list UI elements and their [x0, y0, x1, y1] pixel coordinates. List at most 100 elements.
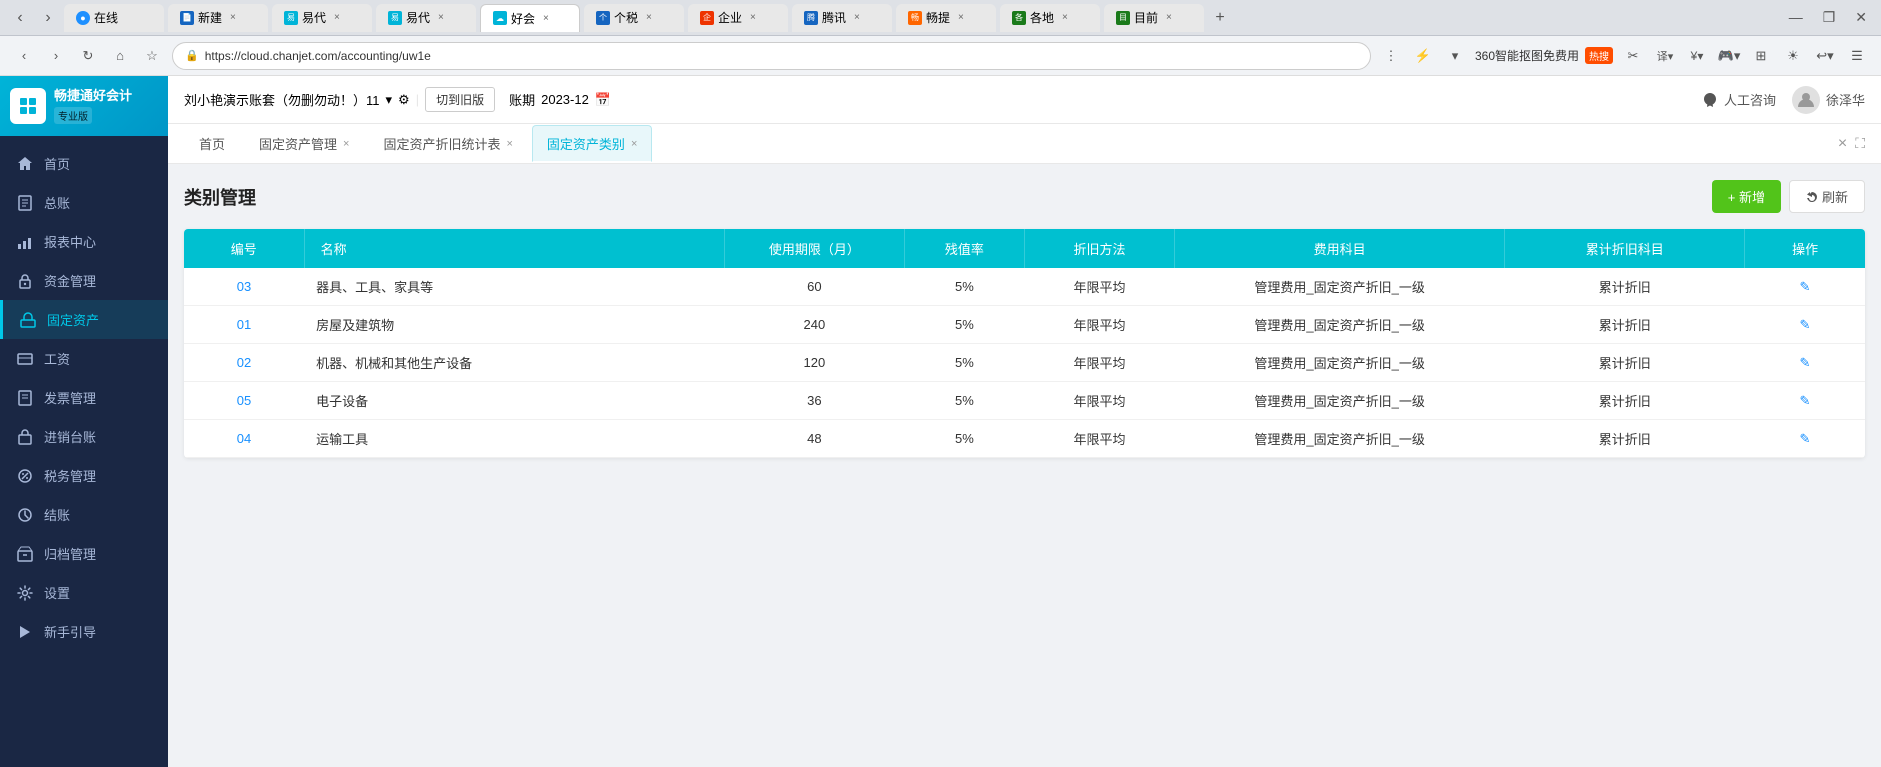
browser-settings-btn[interactable]: ☰ — [1845, 44, 1869, 68]
browser-tab-changtijia[interactable]: 畅 畅提 × — [896, 4, 996, 32]
browser-menu-btn[interactable]: ⋮ — [1379, 44, 1403, 68]
row5-name: 运输工具 — [304, 420, 724, 458]
address-url: https://cloud.chanjet.com/accounting/uw1… — [205, 49, 431, 63]
tab-home[interactable]: 首页 — [184, 125, 240, 162]
nav-home-btn[interactable]: ⌂ — [108, 44, 132, 68]
browser-forward-btn[interactable]: › — [36, 6, 60, 30]
browser-tab-yidai2[interactable]: 易 易代 × — [376, 4, 476, 32]
row5-code[interactable]: 04 — [184, 420, 304, 458]
nav-forward-btn[interactable]: › — [44, 44, 68, 68]
fixed-assets-icon — [19, 311, 37, 329]
calendar-icon[interactable]: 📅 — [595, 92, 611, 108]
win-close-btn[interactable]: ✕ — [1849, 7, 1873, 28]
browser-tab-corp[interactable]: 企 企业 × — [688, 4, 788, 32]
row3-period: 120 — [724, 344, 904, 382]
sidebar-item-payroll[interactable]: 工资 — [0, 339, 168, 378]
row2-name: 房屋及建筑物 — [304, 306, 724, 344]
col-expense: 费用科目 — [1175, 229, 1505, 268]
row2-code[interactable]: 01 — [184, 306, 304, 344]
sidebar-item-inventory[interactable]: 进销台账 — [0, 417, 168, 456]
row3-residual: 5% — [904, 344, 1024, 382]
row4-name: 电子设备 — [304, 382, 724, 420]
row3-code[interactable]: 02 — [184, 344, 304, 382]
browser-tab-online[interactable]: ● 在线 — [64, 4, 164, 32]
edit-icon[interactable]: ✎ — [1799, 355, 1810, 370]
tab-bar-close-btn[interactable]: × — [1838, 135, 1847, 153]
new-tab-btn[interactable]: + — [1208, 6, 1232, 30]
row4-edit[interactable]: ✎ — [1745, 382, 1865, 420]
refresh-btn[interactable]: 刷新 — [1789, 180, 1865, 213]
nav-back-btn[interactable]: ‹ — [12, 44, 36, 68]
edit-icon[interactable]: ✎ — [1799, 317, 1810, 332]
tab-asset-category[interactable]: 固定资产类别 × — [532, 125, 652, 162]
service-area[interactable]: 人工咨询 — [1702, 90, 1776, 109]
edit-icon[interactable]: ✎ — [1799, 279, 1810, 294]
grid-btn[interactable]: ⊞ — [1749, 44, 1773, 68]
search-label: 360智能抠图免费用 — [1475, 47, 1579, 64]
table-row: 02 机器、机械和其他生产设备 120 5% 年限平均 管理费用_固定资产折旧_… — [184, 344, 1865, 382]
address-bar[interactable]: 🔒 https://cloud.chanjet.com/accounting/u… — [172, 42, 1371, 70]
tab-close-fixed-assets[interactable]: × — [343, 138, 349, 150]
sidebar-item-closing[interactable]: 结账 — [0, 495, 168, 534]
browser-tab-tax[interactable]: 个 个税 × — [584, 4, 684, 32]
sidebar-item-fixed-assets[interactable]: 固定资产 — [0, 300, 168, 339]
nav-refresh-btn[interactable]: ↻ — [76, 44, 100, 68]
browser-tab-yidai1[interactable]: 易 易代 × — [272, 4, 372, 32]
extensions-btn[interactable]: ⚡ — [1411, 44, 1435, 68]
user-account: 刘小艳演示账套（勿删勿动！）11 — [184, 90, 380, 109]
tab-fixed-assets-mgmt[interactable]: 固定资产管理 × — [244, 125, 364, 162]
win-restore-btn[interactable]: ❐ — [1817, 7, 1842, 28]
sidebar-item-finance[interactable]: 资金管理 — [0, 261, 168, 300]
period-value: 2023-12 — [541, 92, 589, 107]
row2-edit[interactable]: ✎ — [1745, 306, 1865, 344]
cut-icon-btn[interactable]: ✂ — [1621, 44, 1645, 68]
sidebar-item-reports[interactable]: 报表中心 — [0, 222, 168, 261]
user-info: 刘小艳演示账套（勿删勿动！）11 ▾ ⚙ | 切到旧版 账期 2023-12 📅 — [184, 87, 611, 112]
table-header: 编号 名称 使用期限（月） 残值率 折旧方法 费用科目 累计折旧科目 操作 — [184, 229, 1865, 268]
row4-code[interactable]: 05 — [184, 382, 304, 420]
account-dropdown-icon[interactable]: ▾ — [386, 92, 393, 108]
edit-icon[interactable]: ✎ — [1799, 393, 1810, 408]
sidebar-item-invoice[interactable]: 发票管理 — [0, 378, 168, 417]
tab-close-depreciation[interactable]: × — [506, 138, 512, 150]
sidebar-item-tax[interactable]: 税务管理 — [0, 456, 168, 495]
row1-edit[interactable]: ✎ — [1745, 268, 1865, 306]
browser-tab-new1[interactable]: 📄 新建 × — [168, 4, 268, 32]
account-settings-icon[interactable]: ⚙ — [398, 92, 410, 108]
undo-btn[interactable]: ↩▾ — [1813, 44, 1837, 68]
edit-icon[interactable]: ✎ — [1799, 431, 1810, 446]
old-version-btn[interactable]: 切到旧版 — [425, 87, 495, 112]
translate-btn[interactable]: 译▾ — [1653, 44, 1677, 68]
win-minimize-btn[interactable]: — — [1783, 7, 1809, 28]
sidebar-nav: 首页 总账 报表中心 资金管理 — [0, 136, 168, 767]
sidebar-item-guide[interactable]: 新手引导 — [0, 612, 168, 651]
tab-depreciation-stats[interactable]: 固定资产折旧统计表 × — [368, 125, 527, 162]
nav-bookmark-btn[interactable]: ☆ — [140, 44, 164, 68]
row5-edit[interactable]: ✎ — [1745, 420, 1865, 458]
browser-tab-active[interactable]: ☁ 好会 × — [480, 4, 580, 32]
currency-btn[interactable]: ¥▾ — [1685, 44, 1709, 68]
browser-back-btn[interactable]: ‹ — [8, 6, 32, 30]
row5-accumulated: 累计折旧 — [1505, 420, 1745, 458]
row1-code[interactable]: 03 — [184, 268, 304, 306]
search-area[interactable]: 360智能抠图免费用 热搜 — [1475, 47, 1613, 64]
guide-icon — [16, 623, 34, 641]
sidebar-item-home[interactable]: 首页 — [0, 144, 168, 183]
sidebar-item-settings[interactable]: 设置 — [0, 573, 168, 612]
browser-tab-bar: ‹ › ● 在线 📄 新建 × 易 易代 × 易 易代 × ☁ 好会 × 个 个… — [0, 0, 1881, 36]
row3-edit[interactable]: ✎ — [1745, 344, 1865, 382]
add-btn[interactable]: + 新增 — [1712, 180, 1781, 213]
tab-bar-expand-btn[interactable]: ⛶ — [1855, 135, 1865, 153]
game-btn[interactable]: 🎮▾ — [1717, 44, 1741, 68]
browser-tab-mumu[interactable]: 目 目前 × — [1104, 4, 1204, 32]
browser-tab-tencent[interactable]: 腾 腾讯 × — [792, 4, 892, 32]
col-method: 折旧方法 — [1024, 229, 1174, 268]
sync-btn[interactable]: ▾ — [1443, 44, 1467, 68]
row5-method: 年限平均 — [1024, 420, 1174, 458]
browser-tab-gedi[interactable]: 各 各地 × — [1000, 4, 1100, 32]
tab-close-category[interactable]: × — [631, 138, 637, 150]
page-content: 类别管理 + 新增 刷新 编号 名称 使用期限（月） 残值率 — [168, 164, 1881, 767]
sidebar-item-ledger[interactable]: 总账 — [0, 183, 168, 222]
sidebar-item-archive[interactable]: 归档管理 — [0, 534, 168, 573]
brightness-btn[interactable]: ☀ — [1781, 44, 1805, 68]
